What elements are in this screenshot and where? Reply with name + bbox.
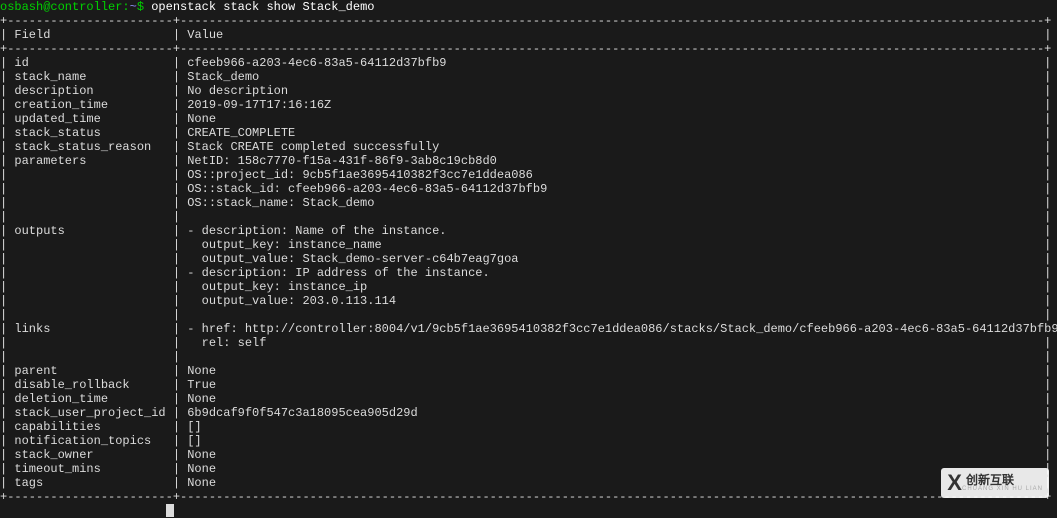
hr-mid: +-----------------------+---------------… bbox=[0, 42, 1051, 56]
header-value: Value bbox=[187, 28, 1037, 42]
table-body: | id | cfeeb966-a203-4ec6-83a5-64112d37b… bbox=[0, 56, 1057, 490]
prompt-user-host: osbash@controller bbox=[0, 0, 122, 14]
watermark: X 创新互联 CHUANG XIN HU LIAN bbox=[941, 468, 1049, 498]
watermark-sub: CHUANG XIN HU LIAN bbox=[962, 486, 1043, 492]
cursor-icon bbox=[166, 504, 174, 517]
terminal-output: osbash@controller:~$ openstack stack sho… bbox=[0, 0, 1057, 518]
cursor-line bbox=[0, 504, 166, 518]
hr-top: +-----------------------+---------------… bbox=[0, 14, 1051, 28]
watermark-brand: 创新互联 bbox=[966, 474, 1043, 486]
watermark-logo-icon: X bbox=[947, 470, 962, 496]
prompt-sep: : bbox=[122, 0, 129, 14]
prompt-path: ~ bbox=[130, 0, 137, 14]
header-field: Field bbox=[14, 28, 165, 42]
hr-bottom: +-----------------------+---------------… bbox=[0, 490, 1051, 504]
header-row: | Field | Value | bbox=[0, 28, 1051, 42]
prompt-dollar: $ bbox=[137, 0, 151, 14]
command-text: openstack stack show Stack_demo bbox=[151, 0, 374, 14]
